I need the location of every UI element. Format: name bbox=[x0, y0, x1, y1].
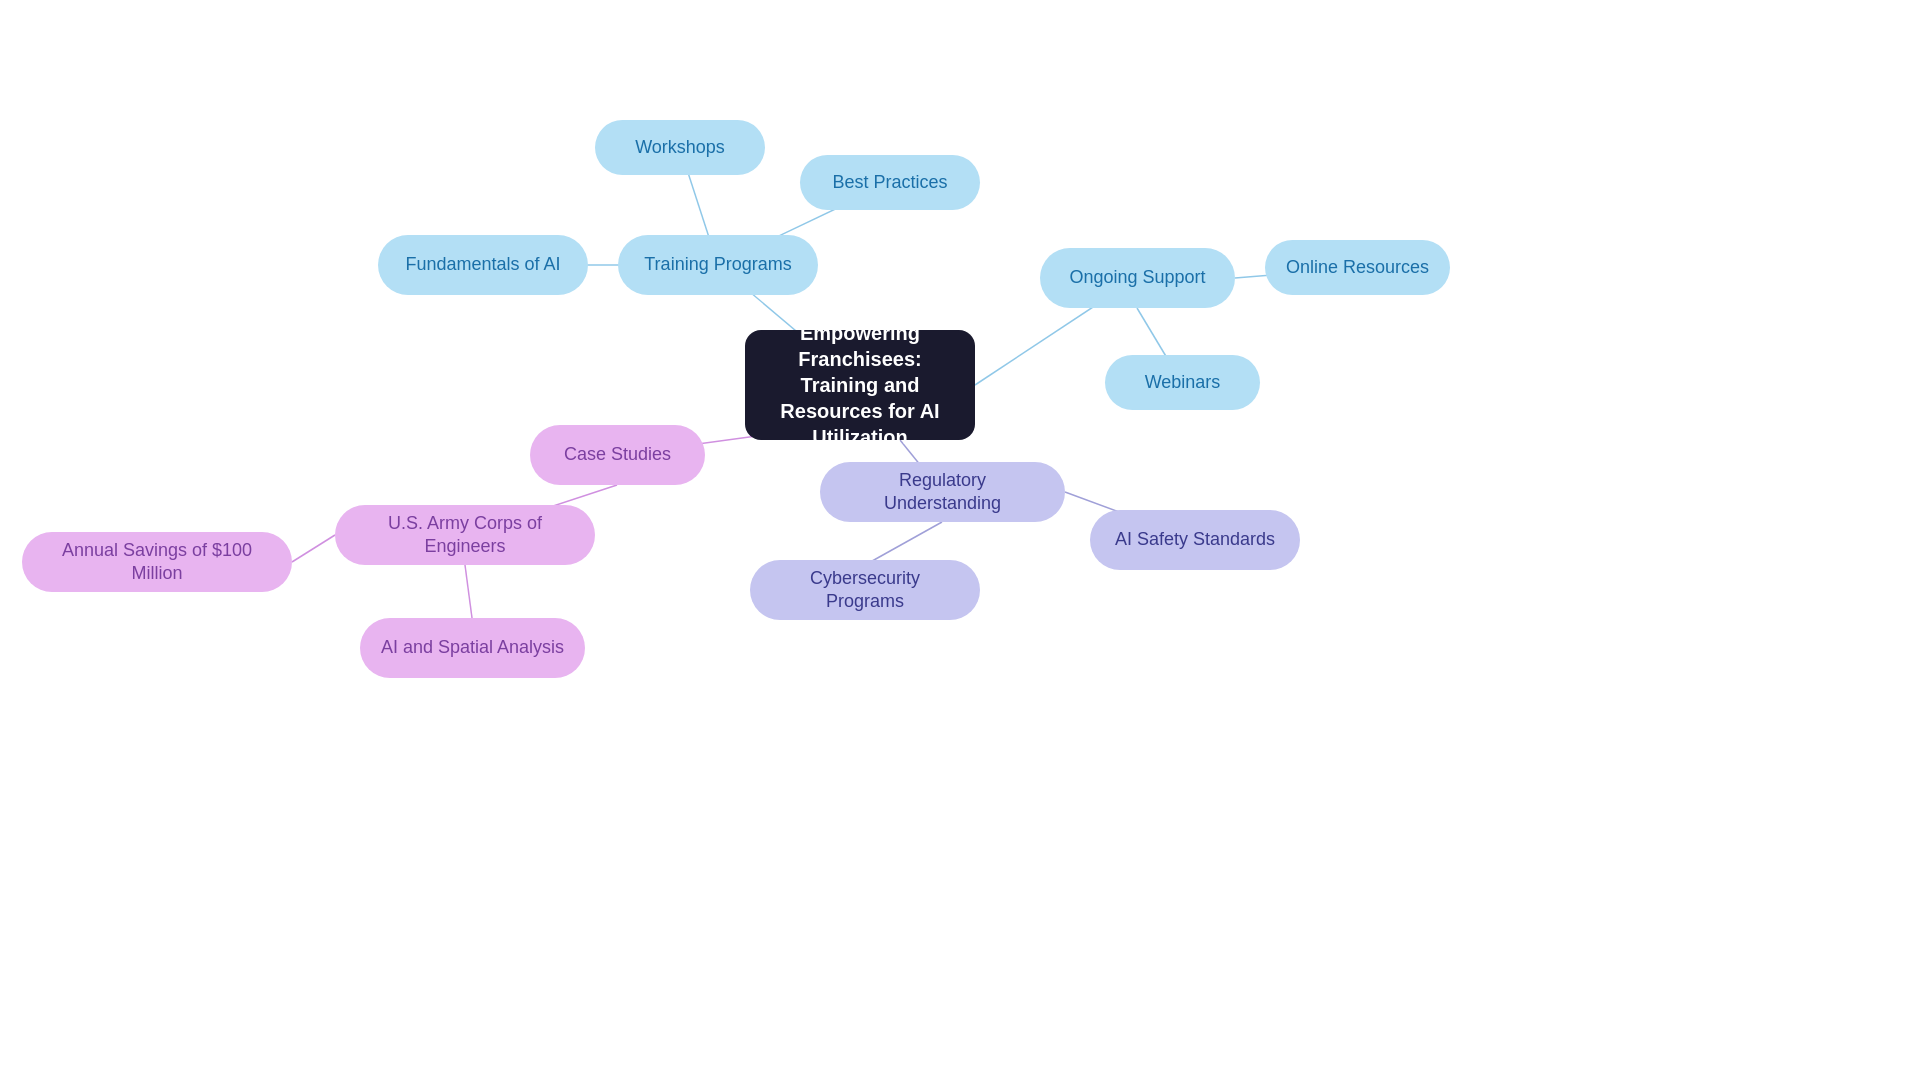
node-annual-savings[interactable]: Annual Savings of $100 Million bbox=[22, 532, 292, 592]
svg-line-12 bbox=[465, 565, 472, 618]
node-us-army[interactable]: U.S. Army Corps of Engineers bbox=[335, 505, 595, 565]
node-ai-safety-standards[interactable]: AI Safety Standards bbox=[1090, 510, 1300, 570]
node-cybersecurity-programs[interactable]: Cybersecurity Programs bbox=[750, 560, 980, 620]
node-online-resources[interactable]: Online Resources bbox=[1265, 240, 1450, 295]
node-case-studies[interactable]: Case Studies bbox=[530, 425, 705, 485]
node-webinars[interactable]: Webinars bbox=[1105, 355, 1260, 410]
center-node: Empowering Franchisees: Training and Res… bbox=[745, 330, 975, 440]
svg-line-13 bbox=[292, 535, 335, 562]
node-workshops[interactable]: Workshops bbox=[595, 120, 765, 175]
node-ai-spatial[interactable]: AI and Spatial Analysis bbox=[360, 618, 585, 678]
node-regulatory-understanding[interactable]: Regulatory Understanding bbox=[820, 462, 1065, 522]
svg-line-8 bbox=[865, 522, 942, 565]
node-training-programs[interactable]: Training Programs bbox=[618, 235, 818, 295]
node-ongoing-support[interactable]: Ongoing Support bbox=[1040, 248, 1235, 308]
node-fundamentals-ai[interactable]: Fundamentals of AI bbox=[378, 235, 588, 295]
node-best-practices[interactable]: Best Practices bbox=[800, 155, 980, 210]
